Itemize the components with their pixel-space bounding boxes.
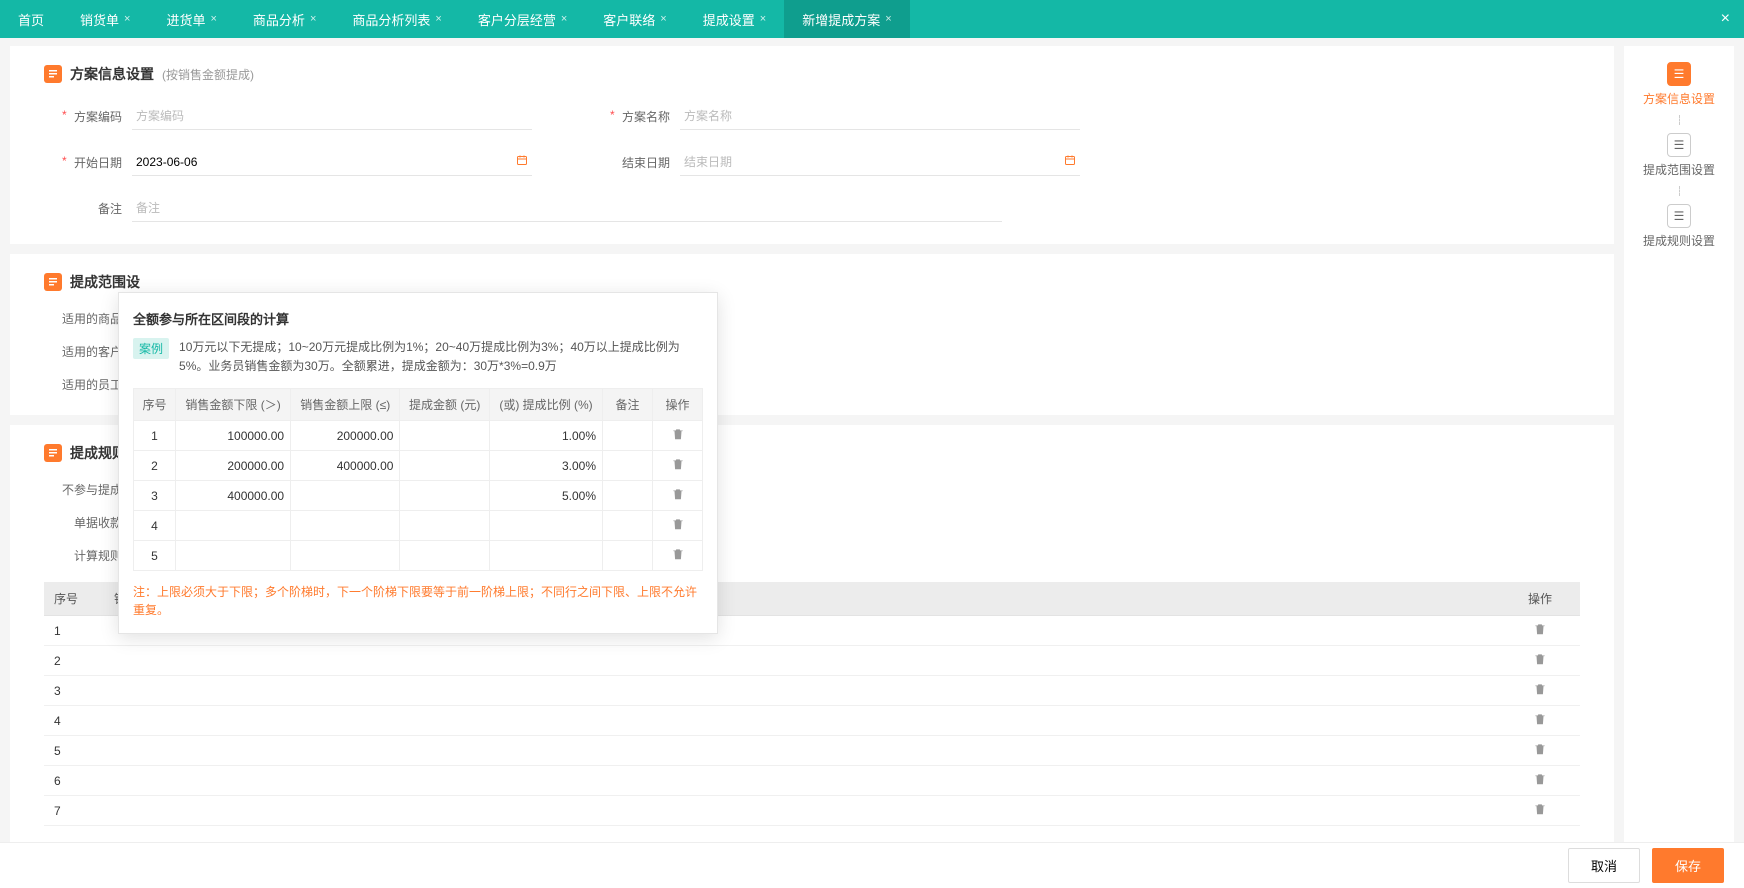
calendar-icon[interactable]	[516, 154, 528, 169]
delete-icon[interactable]	[671, 550, 685, 564]
delete-icon[interactable]	[1533, 805, 1547, 819]
section-icon	[44, 65, 62, 83]
tab-commission-settings[interactable]: 提成设置×	[685, 0, 784, 38]
tab-customer-contact[interactable]: 客户联络×	[585, 0, 684, 38]
calc-rule-tooltip: 全额参与所在区间段的计算 案例 10万元以下无提成；10~20万元提成比例为1%…	[118, 292, 718, 634]
remark-input[interactable]	[132, 194, 1002, 222]
section-icon	[44, 444, 62, 462]
plan-code-label: 方案编码	[44, 108, 132, 125]
delete-icon[interactable]	[1533, 715, 1547, 729]
plan-name-label: 方案名称	[592, 108, 680, 125]
col-op: 操作	[1500, 582, 1580, 616]
table-row: 2200000.00400000.003.00%	[134, 451, 703, 481]
tab-new-commission-plan[interactable]: 新增提成方案×	[784, 0, 909, 38]
example-badge: 案例	[133, 338, 169, 359]
remark-label: 备注	[44, 200, 132, 217]
table-row[interactable]: 7	[44, 796, 1580, 826]
table-row[interactable]: 3	[44, 676, 1580, 706]
anchor-rule[interactable]: ☰ 提成规则设置	[1643, 204, 1715, 249]
form-icon: ☰	[1667, 204, 1691, 228]
delete-icon[interactable]	[1533, 655, 1547, 669]
delete-icon[interactable]	[671, 460, 685, 474]
start-date-label: 开始日期	[44, 154, 132, 171]
plan-info-title: 方案信息设置	[70, 64, 154, 84]
cancel-button[interactable]: 取消	[1568, 848, 1640, 883]
example-text: 10万元以下无提成；10~20万元提成比例为1%；20~40万提成比例为3%；4…	[179, 338, 703, 376]
commission-scope-title: 提成范围设	[70, 272, 140, 292]
anchor-scope[interactable]: ☰ 提成范围设置	[1643, 133, 1715, 178]
table-row[interactable]: 4	[44, 706, 1580, 736]
end-date-label: 结束日期	[592, 154, 680, 171]
plan-info-card: 方案信息设置 (按销售金额提成) 方案编码 方案名称 开始日期	[10, 46, 1614, 244]
calendar-icon[interactable]	[1064, 154, 1076, 169]
table-row[interactable]: 5	[44, 736, 1580, 766]
save-button[interactable]: 保存	[1652, 848, 1724, 883]
tab-customer-segmentation[interactable]: 客户分层经营×	[460, 0, 585, 38]
close-icon[interactable]: ×	[310, 13, 316, 25]
tooltip-title: 全额参与所在区间段的计算	[133, 309, 703, 328]
end-date-input[interactable]	[680, 148, 1080, 176]
close-icon[interactable]: ×	[561, 13, 567, 25]
table-row: 5	[134, 541, 703, 571]
plan-info-subtitle: (按销售金额提成)	[162, 66, 254, 83]
table-row: 4	[134, 511, 703, 541]
form-icon: ☰	[1667, 62, 1691, 86]
start-date-input[interactable]	[132, 148, 532, 176]
tab-purchase-order[interactable]: 进货单×	[148, 0, 234, 38]
col-idx: 序号	[44, 582, 104, 616]
close-all-icon[interactable]: ×	[1721, 0, 1730, 38]
delete-icon[interactable]	[671, 430, 685, 444]
delete-icon[interactable]	[1533, 625, 1547, 639]
col-remark: 备注	[684, 582, 1500, 616]
tooltip-note: 注：上限必须大于下限；多个阶梯时，下一个阶梯下限要等于前一阶梯上限；不同行之间下…	[133, 583, 703, 619]
close-icon[interactable]: ×	[124, 13, 130, 25]
table-row[interactable]: 2	[44, 646, 1580, 676]
delete-icon[interactable]	[1533, 775, 1547, 789]
section-icon	[44, 273, 62, 291]
plan-code-input[interactable]	[132, 102, 532, 130]
anchor-plan-info[interactable]: ☰ 方案信息设置	[1643, 62, 1715, 107]
tab-goods-analysis-list[interactable]: 商品分析列表×	[334, 0, 459, 38]
delete-icon[interactable]	[1533, 685, 1547, 699]
example-table: 序号 销售金额下限 (＞) 销售金额上限 (≤) 提成金额 (元) (或) 提成…	[133, 388, 703, 571]
delete-icon[interactable]	[1533, 745, 1547, 759]
close-icon[interactable]: ×	[210, 13, 216, 25]
table-row: 3400000.005.00%	[134, 481, 703, 511]
delete-icon[interactable]	[671, 520, 685, 534]
table-row[interactable]: 6	[44, 766, 1580, 796]
close-icon[interactable]: ×	[885, 13, 891, 25]
footer: 取消 保存	[0, 842, 1744, 888]
delete-icon[interactable]	[671, 490, 685, 504]
close-icon[interactable]: ×	[435, 13, 441, 25]
anchor-nav: ☰ 方案信息设置 ☰ 提成范围设置 ☰ 提成规则设置	[1624, 46, 1734, 846]
tab-bar: 首页 销货单× 进货单× 商品分析× 商品分析列表× 客户分层经营× 客户联络×…	[0, 0, 1744, 38]
close-icon[interactable]: ×	[660, 13, 666, 25]
form-icon: ☰	[1667, 133, 1691, 157]
tab-sales-order[interactable]: 销货单×	[62, 0, 148, 38]
plan-name-input[interactable]	[680, 102, 1080, 130]
tab-goods-analysis[interactable]: 商品分析×	[235, 0, 334, 38]
tab-home[interactable]: 首页	[0, 0, 62, 38]
close-icon[interactable]: ×	[760, 13, 766, 25]
table-row: 1100000.00200000.001.00%	[134, 421, 703, 451]
